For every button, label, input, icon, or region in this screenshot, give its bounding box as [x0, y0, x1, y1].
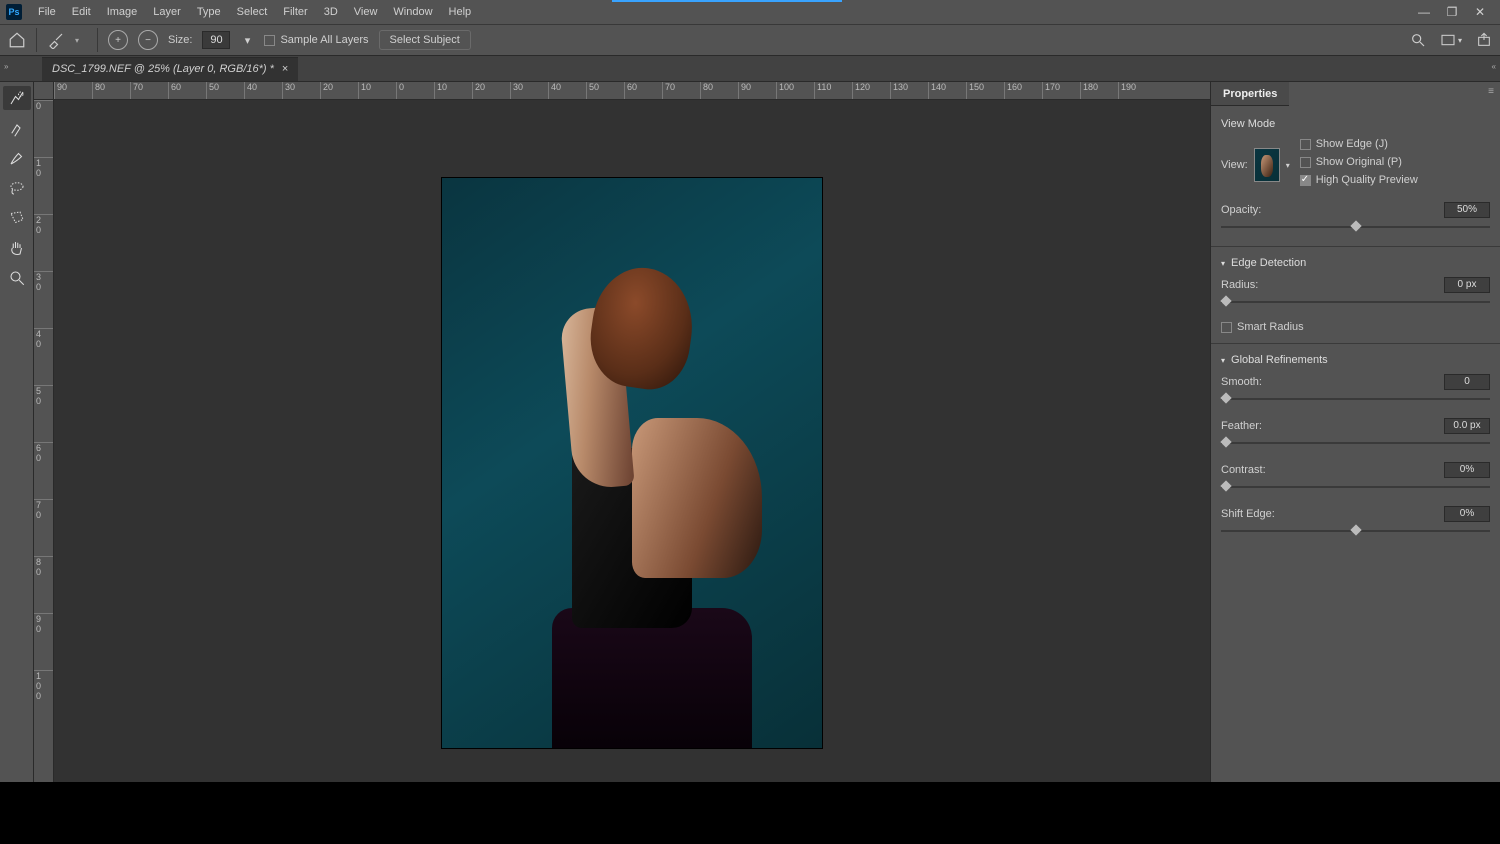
view-dropdown-icon[interactable]: ▾: [1286, 161, 1290, 170]
screen-mode-icon[interactable]: [1440, 32, 1456, 48]
canvas-area: 9080706050403020100102030405060708090100…: [34, 82, 1210, 844]
properties-panel: ≡ Properties View Mode View: ▾ Show Edge…: [1210, 82, 1500, 844]
menu-select[interactable]: Select: [229, 6, 276, 18]
bottom-strip: [0, 782, 1500, 844]
show-original-label: Show Original (P): [1316, 156, 1402, 168]
polygonal-lasso-tool[interactable]: [3, 206, 31, 230]
menu-window[interactable]: Window: [385, 6, 440, 18]
menu-3d[interactable]: 3D: [316, 6, 346, 18]
feather-value[interactable]: 0.0 px: [1444, 418, 1490, 434]
radius-value[interactable]: 0 px: [1444, 277, 1490, 293]
opacity-label: Opacity:: [1221, 204, 1261, 216]
hq-preview-label: High Quality Preview: [1316, 174, 1418, 186]
document-tab-title: DSC_1799.NEF @ 25% (Layer 0, RGB/16*) *: [52, 63, 274, 75]
window-close[interactable]: ✕: [1466, 5, 1494, 19]
zoom-tool[interactable]: [3, 266, 31, 290]
size-input[interactable]: [202, 31, 230, 49]
view-label: View:: [1221, 159, 1248, 171]
menu-bar: Ps File Edit Image Layer Type Select Fil…: [0, 0, 1500, 24]
feather-slider[interactable]: [1221, 438, 1490, 448]
show-original-checkbox[interactable]: Show Original (P): [1300, 156, 1490, 168]
hand-tool[interactable]: [3, 236, 31, 260]
edge-detection-section[interactable]: ▾Edge Detection: [1221, 257, 1490, 269]
global-refinements-section[interactable]: ▾Global Refinements: [1221, 354, 1490, 366]
add-to-selection-icon[interactable]: +: [108, 30, 128, 50]
expand-left-icon[interactable]: »: [4, 62, 8, 71]
size-dropdown-icon[interactable]: ▾: [240, 31, 254, 49]
lasso-tool[interactable]: [3, 176, 31, 200]
brush-dropdown-icon[interactable]: ▾: [75, 36, 87, 45]
canvas[interactable]: [54, 100, 1210, 826]
feather-label: Feather:: [1221, 420, 1262, 432]
refine-edge-brush-tool[interactable]: [3, 116, 31, 140]
brush-tool[interactable]: [3, 146, 31, 170]
tool-strip: [0, 82, 34, 844]
contrast-slider[interactable]: [1221, 482, 1490, 492]
hq-preview-checkbox[interactable]: High Quality Preview: [1300, 174, 1490, 186]
contrast-label: Contrast:: [1221, 464, 1266, 476]
view-mode-section: View Mode: [1221, 118, 1490, 130]
smart-radius-label: Smart Radius: [1237, 321, 1304, 333]
options-bar: ▾ + − Size: ▾ Sample All Layers Select S…: [0, 24, 1500, 56]
sample-all-layers-label: Sample All Layers: [280, 34, 368, 46]
sample-all-layers-checkbox[interactable]: Sample All Layers: [264, 34, 368, 46]
window-maximize[interactable]: ❐: [1438, 5, 1466, 19]
ruler-vertical[interactable]: 0102030405060708090100: [34, 100, 54, 826]
panel-menu-icon[interactable]: ≡: [1488, 86, 1494, 97]
brush-mode-icon[interactable]: [47, 31, 65, 49]
image-preview: [442, 178, 822, 748]
window-minimize[interactable]: —: [1410, 5, 1438, 19]
smooth-slider[interactable]: [1221, 394, 1490, 404]
shift-edge-slider[interactable]: [1221, 526, 1490, 536]
app-icon: Ps: [6, 4, 22, 20]
ruler-origin[interactable]: [34, 82, 54, 100]
shift-edge-label: Shift Edge:: [1221, 508, 1275, 520]
view-thumbnail[interactable]: [1254, 148, 1280, 182]
select-subject-button[interactable]: Select Subject: [379, 30, 471, 50]
subtract-from-selection-icon[interactable]: −: [138, 30, 158, 50]
menu-help[interactable]: Help: [441, 6, 480, 18]
document-tab[interactable]: DSC_1799.NEF @ 25% (Layer 0, RGB/16*) * …: [42, 57, 298, 81]
ruler-horizontal[interactable]: 9080706050403020100102030405060708090100…: [54, 82, 1210, 100]
menu-type[interactable]: Type: [189, 6, 229, 18]
menu-filter[interactable]: Filter: [275, 6, 315, 18]
menu-layer[interactable]: Layer: [145, 6, 189, 18]
opacity-slider[interactable]: [1221, 222, 1490, 232]
smooth-label: Smooth:: [1221, 376, 1262, 388]
quick-selection-tool[interactable]: [3, 86, 31, 110]
share-icon[interactable]: [1476, 32, 1492, 48]
shift-edge-value[interactable]: 0%: [1444, 506, 1490, 522]
show-edge-checkbox[interactable]: Show Edge (J): [1300, 138, 1490, 150]
home-icon[interactable]: [8, 31, 26, 49]
menu-image[interactable]: Image: [99, 6, 146, 18]
size-label: Size:: [168, 34, 192, 46]
opacity-value[interactable]: 50%: [1444, 202, 1490, 218]
smooth-value[interactable]: 0: [1444, 374, 1490, 390]
search-icon[interactable]: [1410, 32, 1426, 48]
contrast-value[interactable]: 0%: [1444, 462, 1490, 478]
document-tab-bar: » DSC_1799.NEF @ 25% (Layer 0, RGB/16*) …: [0, 56, 1500, 82]
progress-indicator: [612, 0, 842, 2]
smart-radius-checkbox[interactable]: Smart Radius: [1221, 321, 1490, 333]
screen-mode-dropdown-icon[interactable]: ▾: [1458, 36, 1462, 45]
radius-label: Radius:: [1221, 279, 1258, 291]
menu-view[interactable]: View: [346, 6, 386, 18]
radius-slider[interactable]: [1221, 297, 1490, 307]
properties-tab[interactable]: Properties: [1211, 82, 1289, 106]
menu-file[interactable]: File: [30, 6, 64, 18]
menu-edit[interactable]: Edit: [64, 6, 99, 18]
close-tab-icon[interactable]: ×: [282, 63, 288, 75]
collapse-right-icon[interactable]: «: [1492, 62, 1496, 71]
show-edge-label: Show Edge (J): [1316, 138, 1388, 150]
